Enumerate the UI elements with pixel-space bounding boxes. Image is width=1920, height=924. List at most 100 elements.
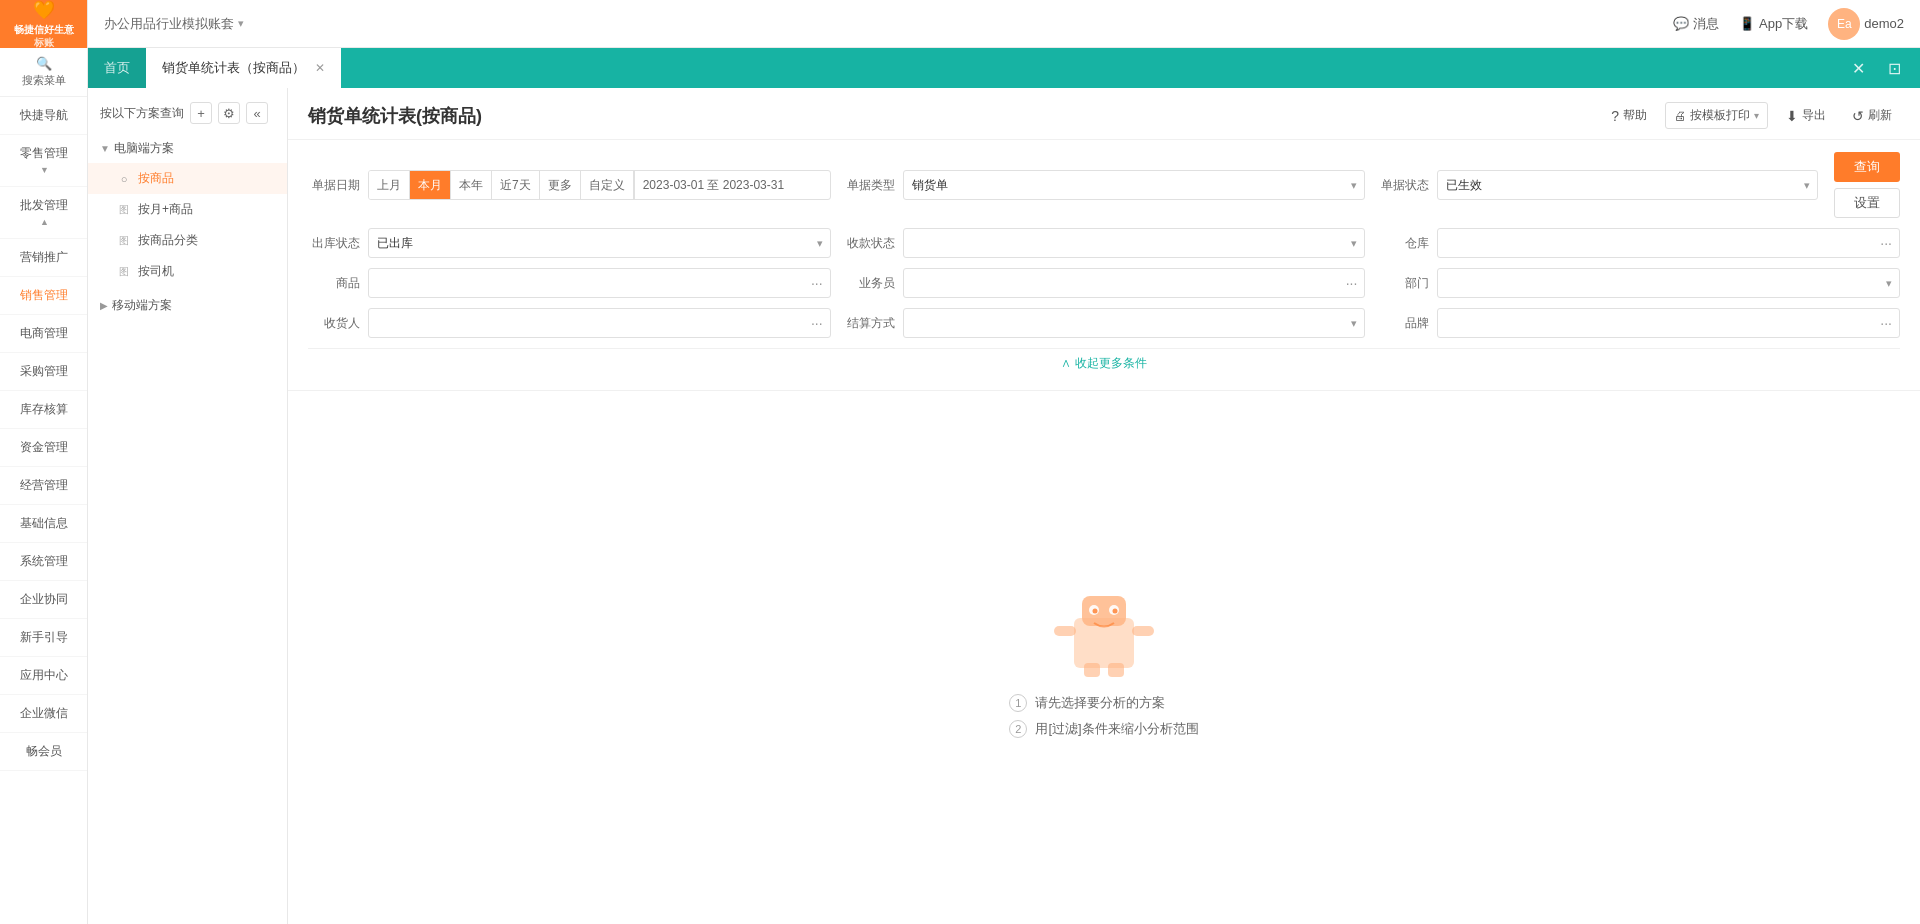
filter-panel-title: 按以下方案查询: [100, 105, 184, 122]
date-last-month-btn[interactable]: 上月: [369, 171, 410, 199]
export-icon: ⬇: [1786, 108, 1798, 124]
marketing-label: 营销推广: [4, 249, 83, 266]
department-input[interactable]: [1437, 268, 1900, 298]
content: 按以下方案查询 + ⚙ « ▼ 电脑端方案 ○ 按商品 图: [88, 88, 1920, 924]
tab-close-window[interactable]: ✕: [1844, 54, 1872, 82]
topbar-workspace[interactable]: 办公用品行业模拟账套 ▾: [104, 15, 244, 33]
help-icon: ?: [1611, 108, 1619, 124]
consignee-label: 收货人: [308, 315, 360, 332]
print-dropdown-arrow: ▾: [1754, 110, 1759, 121]
by-category-icon: 图: [116, 233, 132, 249]
main-area: 办公用品行业模拟账套 ▾ 💬 消息 📱 App下载 Ea demo2 首页 销货…: [88, 0, 1920, 924]
wholesale-label: 批发管理: [4, 197, 83, 214]
refresh-btn[interactable]: ↺ 刷新: [1844, 103, 1900, 128]
basic-label: 基础信息: [4, 515, 83, 532]
sidebar-item-ecommerce[interactable]: 电商管理: [0, 315, 87, 353]
date-this-month-btn[interactable]: 本月: [410, 171, 451, 199]
retail-label: 零售管理: [4, 145, 83, 162]
filter-item-by-category[interactable]: 图 按商品分类: [88, 225, 287, 256]
date-this-year-btn[interactable]: 本年: [451, 171, 492, 199]
sidebar-item-enterprise[interactable]: 企业协同: [0, 581, 87, 619]
purchase-label: 采购管理: [4, 363, 83, 380]
app-logo[interactable]: 🧡 畅捷信好生意 标账: [0, 0, 87, 48]
sidebar-search[interactable]: 🔍 搜索菜单: [0, 48, 87, 97]
message-icon: 💬: [1673, 16, 1689, 31]
filter-panel: 按以下方案查询 + ⚙ « ▼ 电脑端方案 ○ 按商品 图: [88, 88, 288, 924]
logo-text: 畅捷信好生意: [14, 24, 74, 36]
sales-label: 销售管理: [4, 287, 83, 304]
enterprise-label: 企业协同: [4, 591, 83, 608]
sidebar-item-app-center[interactable]: 应用中心: [0, 657, 87, 695]
doc-status-input[interactable]: [1437, 170, 1818, 200]
topbar-app-download[interactable]: 📱 App下载: [1739, 15, 1808, 33]
salesperson-label: 业务员: [843, 275, 895, 292]
topbar-message[interactable]: 💬 消息: [1673, 15, 1719, 33]
date-custom-btn[interactable]: 自定义: [581, 171, 634, 199]
sidebar-item-wholesale[interactable]: 批发管理 ▲: [0, 187, 87, 239]
filter-group-desktop-title[interactable]: ▼ 电脑端方案: [88, 134, 287, 163]
sidebar-item-retail[interactable]: 零售管理 ▼: [0, 135, 87, 187]
tab-close-icon[interactable]: ✕: [315, 61, 325, 75]
sidebar-item-finance[interactable]: 资金管理: [0, 429, 87, 467]
tab-sales-stats[interactable]: 销货单统计表（按商品） ✕: [146, 48, 341, 88]
warehouse-input[interactable]: [1437, 228, 1900, 258]
payment-status-input[interactable]: [903, 228, 1366, 258]
sidebar-item-operations[interactable]: 经营管理: [0, 467, 87, 505]
product-input[interactable]: [368, 268, 831, 298]
sidebar-item-basic[interactable]: 基础信息: [0, 505, 87, 543]
help-btn[interactable]: ? 帮助: [1603, 103, 1655, 128]
sidebar-item-purchase[interactable]: 采购管理: [0, 353, 87, 391]
topbar-user[interactable]: Ea demo2: [1828, 8, 1904, 40]
desktop-group-label: 电脑端方案: [114, 140, 174, 157]
date-range-bar: 上月 本月 本年 近7天 更多 自定义 2023-03-01 至 2023-03…: [368, 170, 831, 200]
tab-maximize[interactable]: ⊡: [1880, 54, 1908, 82]
filter-item-by-machine[interactable]: 图 按司机: [88, 256, 287, 287]
collapse-label: ∧ 收起更多条件: [1061, 356, 1146, 370]
svg-rect-9: [1108, 663, 1124, 677]
sidebar-item-system[interactable]: 系统管理: [0, 543, 87, 581]
filter-row-2: 出库状态 ▾ 收款状态 ▾: [308, 228, 1900, 258]
sidebar-item-quick-nav[interactable]: 快捷导航: [0, 97, 87, 135]
sidebar-item-guide[interactable]: 新手引导: [0, 619, 87, 657]
tab-sales-stats-label: 销货单统计表（按商品）: [162, 59, 305, 77]
settings-scheme-btn[interactable]: ⚙: [218, 102, 240, 124]
empty-text: 1 请先选择要分析的方案 2 用[过滤]条件来缩小分析范围: [1009, 694, 1198, 738]
doc-status-label: 单据状态: [1377, 177, 1429, 194]
print-btn[interactable]: 🖨 按模板打印 ▾: [1665, 102, 1768, 129]
add-scheme-btn[interactable]: +: [190, 102, 212, 124]
collapse-panel-btn[interactable]: «: [246, 102, 268, 124]
retail-arrow: ▼: [40, 165, 49, 175]
export-btn[interactable]: ⬇ 导出: [1778, 103, 1834, 128]
settings-btn[interactable]: 设置: [1834, 188, 1900, 218]
date-more-btn[interactable]: 更多: [540, 171, 581, 199]
sidebar-item-wechat[interactable]: 企业微信: [0, 695, 87, 733]
filter-consignee: 收货人 ···: [308, 308, 831, 338]
query-btn[interactable]: 查询: [1834, 152, 1900, 182]
consignee-input[interactable]: [368, 308, 831, 338]
salesperson-input[interactable]: [903, 268, 1366, 298]
svg-rect-1: [1082, 596, 1126, 626]
sidebar-item-marketing[interactable]: 营销推广: [0, 239, 87, 277]
operations-label: 经营管理: [4, 477, 83, 494]
date-7days-btn[interactable]: 近7天: [492, 171, 540, 199]
sidebar-item-inventory[interactable]: 库存核算: [0, 391, 87, 429]
search-label: 搜索菜单: [6, 73, 81, 88]
brand-input[interactable]: [1437, 308, 1900, 338]
filter-item-by-product[interactable]: ○ 按商品: [88, 163, 287, 194]
doc-type-input[interactable]: [903, 170, 1366, 200]
filter-group-mobile-title[interactable]: ▶ 移动端方案: [88, 291, 287, 320]
tab-home[interactable]: 首页: [88, 48, 146, 88]
out-status-input[interactable]: [368, 228, 831, 258]
brand-label: 品牌: [1377, 315, 1429, 332]
collapse-bar[interactable]: ∧ 收起更多条件: [308, 348, 1900, 378]
filter-row-3: 商品 ··· 业务员 ···: [308, 268, 1900, 298]
filter-out-status: 出库状态 ▾: [308, 228, 831, 258]
sidebar-item-sales[interactable]: 销售管理: [0, 277, 87, 315]
payment-method-label: 结算方式: [843, 315, 895, 332]
sidebar-item-member[interactable]: 畅会员: [0, 733, 87, 771]
filter-row-1: 单据日期 上月 本月 本年 近7天 更多 自定义 2023-03-01 至 20…: [308, 152, 1900, 218]
filter-item-by-month-product[interactable]: 图 按月+商品: [88, 194, 287, 225]
payment-method-input[interactable]: [903, 308, 1366, 338]
department-label: 部门: [1377, 275, 1429, 292]
by-machine-label: 按司机: [138, 263, 174, 280]
